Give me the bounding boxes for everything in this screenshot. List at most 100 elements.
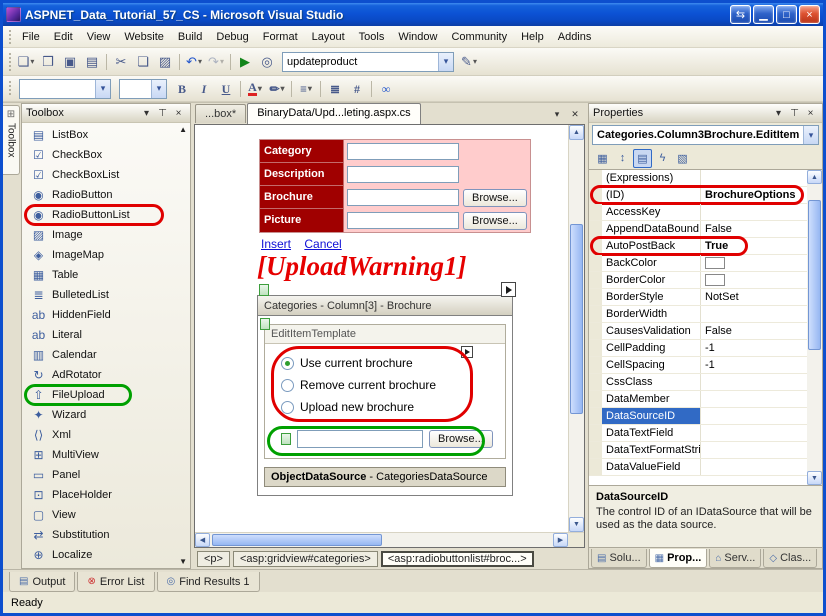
property-row[interactable]: AccessKey — [589, 204, 807, 221]
find-button[interactable]: ◎ — [256, 51, 278, 73]
categorized-button[interactable]: ▦ — [593, 149, 612, 168]
underline-button[interactable]: U — [215, 78, 237, 100]
menu-item[interactable]: View — [80, 27, 118, 47]
property-row[interactable]: (Expressions) — [589, 170, 807, 187]
alignment-button[interactable]: ≡ — [295, 78, 317, 100]
toolbox-item[interactable]: ☑ CheckBoxList — [22, 165, 190, 185]
insert-link[interactable]: Insert — [261, 237, 291, 251]
editor-horizontal-scrollbar[interactable]: ◀ ▶ — [195, 533, 568, 547]
objectdatasource-bar[interactable]: ObjectDataSource - CategoriesDataSource — [264, 467, 506, 487]
toolbox-item[interactable]: ab Literal — [22, 325, 190, 345]
property-row[interactable]: BorderColor — [589, 272, 807, 289]
font-size-combo[interactable] — [119, 79, 167, 99]
text-input[interactable] — [347, 166, 459, 183]
bullets-button[interactable]: ≣ — [324, 78, 346, 100]
document-tab-partial[interactable]: ...box* — [195, 104, 246, 123]
radio-option[interactable]: Remove current brochure — [281, 374, 505, 396]
design-surface[interactable]: Category Description — [195, 125, 568, 532]
server-explorer-tab[interactable]: ⌂ Serv... — [709, 549, 761, 568]
properties-view-button[interactable]: ▤ — [633, 149, 652, 168]
window-switch-button[interactable]: ⇆ — [730, 5, 751, 24]
window-menu-icon[interactable]: ▾ — [771, 106, 786, 121]
menu-item[interactable]: Help — [514, 27, 551, 47]
editor-vertical-scrollbar[interactable]: ▲ ▼ — [568, 125, 584, 532]
solution-explorer-tab[interactable]: ▤ Solu... — [591, 549, 647, 568]
toolbox-item[interactable]: ⇧ FileUpload — [22, 385, 190, 405]
toolbox-item[interactable]: ▤ ListBox — [22, 125, 190, 145]
property-row[interactable]: CausesValidation False — [589, 323, 807, 340]
property-row[interactable]: DataValueField — [589, 459, 807, 476]
menu-item[interactable]: Debug — [209, 27, 255, 47]
navigation-combo[interactable]: updateproduct — [282, 52, 454, 72]
close-document-icon[interactable]: ✕ — [567, 106, 583, 122]
undo-button[interactable]: ↶ — [183, 51, 205, 73]
menu-item[interactable]: Window — [391, 27, 444, 47]
property-row[interactable]: CellPadding -1 — [589, 340, 807, 357]
tag-navigator-item[interactable]: <asp:gridview#categories> — [233, 551, 378, 567]
copy-button[interactable]: ❏ — [132, 51, 154, 73]
object-selector-combo[interactable]: Categories.Column3Brochure.EditItem — [592, 125, 819, 145]
maximize-button[interactable]: □ — [776, 5, 797, 24]
property-row[interactable]: BackColor — [589, 255, 807, 272]
toolbox-item[interactable]: ▢ View — [22, 505, 190, 525]
bold-button[interactable]: B — [171, 78, 193, 100]
italic-button[interactable]: I — [193, 78, 215, 100]
toolbox-item[interactable]: ⊕ Localize — [22, 545, 190, 565]
scrollbar-thumb[interactable] — [808, 200, 821, 350]
toolbox-item[interactable]: ◈ ImageMap — [22, 245, 190, 265]
menu-item[interactable]: Format — [256, 27, 305, 47]
tab-list-chevron-icon[interactable]: ▾ — [549, 106, 565, 122]
property-row[interactable]: CssClass — [589, 374, 807, 391]
scroll-down-icon[interactable]: ▼ — [569, 517, 584, 532]
radio-option[interactable]: Upload new brochure — [281, 396, 505, 418]
scroll-left-icon[interactable]: ◀ — [195, 533, 210, 547]
property-row[interactable]: CellSpacing -1 — [589, 357, 807, 374]
chevron-down-icon[interactable] — [95, 80, 110, 98]
menu-item[interactable]: Build — [171, 27, 209, 47]
cut-button[interactable]: ✂ — [110, 51, 132, 73]
menu-item[interactable]: Layout — [305, 27, 352, 47]
file-browse-button[interactable]: Browse... — [429, 430, 493, 448]
menu-item[interactable]: Website — [117, 27, 171, 47]
toolbox-item[interactable]: ◉ RadioButtonList — [22, 205, 190, 225]
scroll-up-icon[interactable]: ▲ — [807, 170, 822, 184]
find-results-tab[interactable]: ◎ Find Results 1 — [157, 572, 260, 592]
property-row[interactable]: DataMember — [589, 391, 807, 408]
property-row[interactable]: AppendDataBoundI False — [589, 221, 807, 238]
highlight-button[interactable]: ✏ — [266, 78, 288, 100]
toolbox-item[interactable]: ab HiddenField — [22, 305, 190, 325]
save-all-button[interactable]: ▤ — [81, 51, 103, 73]
scroll-up-icon[interactable]: ▲ — [569, 125, 584, 140]
text-input[interactable] — [347, 189, 459, 206]
file-upload-input[interactable] — [297, 430, 423, 448]
menu-item[interactable]: Edit — [47, 27, 80, 47]
menu-item[interactable]: Community — [444, 27, 514, 47]
style-application-button[interactable]: ✎ — [458, 51, 480, 73]
save-button[interactable]: ▣ — [59, 51, 81, 73]
toolbox-item[interactable]: ✦ Wizard — [22, 405, 190, 425]
properties-scrollbar[interactable]: ▲ ▼ — [807, 170, 822, 485]
hyperlink-button[interactable]: ∞ — [375, 78, 397, 100]
error-list-tab[interactable]: ⊗ Error List — [77, 572, 154, 592]
property-pages-button[interactable]: ▧ — [673, 149, 692, 168]
output-tab[interactable]: ▤ Output — [9, 572, 75, 592]
scroll-down-icon[interactable]: ▼ — [807, 471, 822, 485]
close-button[interactable]: × — [799, 5, 820, 24]
close-icon[interactable]: × — [171, 106, 186, 121]
property-row[interactable]: DataSourceID — [589, 408, 807, 425]
numbering-button[interactable]: # — [346, 78, 368, 100]
chevron-down-icon[interactable] — [803, 126, 818, 144]
scrollbar-thumb[interactable] — [570, 224, 583, 414]
menu-item[interactable]: Tools — [352, 27, 392, 47]
scroll-right-icon[interactable]: ▶ — [553, 533, 568, 547]
toolbox-item[interactable]: ≣ BulletedList — [22, 285, 190, 305]
cancel-link[interactable]: Cancel — [304, 237, 341, 251]
window-menu-icon[interactable]: ▾ — [139, 106, 154, 121]
property-row[interactable]: (ID) BrochureOptions — [589, 187, 807, 204]
property-row[interactable]: BorderStyle NotSet — [589, 289, 807, 306]
events-button[interactable]: ϟ — [653, 149, 672, 168]
open-file-button[interactable]: ❒ — [37, 51, 59, 73]
chevron-down-icon[interactable] — [438, 53, 453, 71]
toolbox-item[interactable]: ↻ AdRotator — [22, 365, 190, 385]
tag-navigator-item[interactable]: <asp:radiobuttonlist#broc...> — [381, 551, 534, 567]
